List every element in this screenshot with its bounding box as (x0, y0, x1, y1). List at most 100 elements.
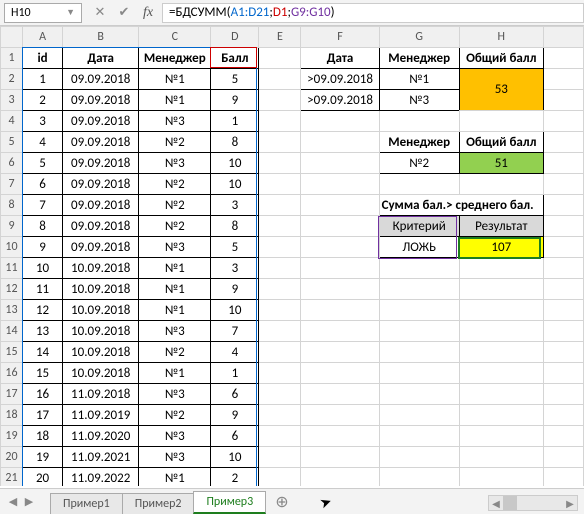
row-header[interactable]: 11 (1, 258, 23, 279)
row-header[interactable]: 16 (1, 363, 23, 384)
cell[interactable]: Дата (301, 48, 379, 69)
cell[interactable]: 2 (23, 90, 63, 111)
cell[interactable] (259, 90, 301, 111)
cell[interactable] (543, 363, 583, 384)
cell[interactable] (543, 237, 583, 258)
cell[interactable]: 6 (211, 384, 259, 405)
cell[interactable]: №3 (139, 447, 211, 468)
col-header-F[interactable]: F (301, 27, 379, 48)
cell[interactable]: 15 (23, 363, 63, 384)
cell[interactable]: №1 (139, 69, 211, 90)
row-header[interactable]: 8 (1, 195, 23, 216)
col-header-D[interactable]: D (211, 27, 259, 48)
col-header-A[interactable]: A (23, 27, 63, 48)
cell[interactable] (301, 447, 379, 468)
cell[interactable]: >09.09.2018 (301, 69, 379, 90)
cell[interactable] (543, 48, 583, 69)
sheet-tab[interactable]: Пример1 (50, 493, 123, 514)
cell[interactable]: >09.09.2018 (301, 90, 379, 111)
cell[interactable] (301, 132, 379, 153)
cell[interactable] (543, 174, 583, 195)
cell[interactable] (259, 342, 301, 363)
cell[interactable] (301, 258, 379, 279)
cell[interactable]: 09.09.2018 (63, 216, 139, 237)
cell[interactable] (459, 111, 543, 132)
row-header[interactable]: 1 (1, 48, 23, 69)
cell[interactable]: 09.09.2018 (63, 111, 139, 132)
tab-nav-prev-icon[interactable]: ◀ (6, 495, 20, 509)
cell[interactable]: 9 (211, 90, 259, 111)
cell[interactable]: №3 (139, 321, 211, 342)
cell[interactable]: 1 (211, 363, 259, 384)
cell[interactable] (543, 279, 583, 300)
cell[interactable]: 10.09.2018 (63, 258, 139, 279)
cell[interactable]: №2 (139, 342, 211, 363)
cell[interactable] (301, 384, 379, 405)
cell[interactable] (543, 153, 583, 174)
cell[interactable]: 3 (211, 195, 259, 216)
row-header[interactable]: 9 (1, 216, 23, 237)
cell[interactable] (379, 279, 459, 300)
cell[interactable] (543, 69, 583, 90)
row-header[interactable]: 12 (1, 279, 23, 300)
cell[interactable] (259, 279, 301, 300)
cell[interactable]: №1 (139, 279, 211, 300)
cell[interactable]: 1 (211, 111, 259, 132)
cell[interactable] (379, 258, 459, 279)
row-header[interactable]: 6 (1, 153, 23, 174)
cell[interactable] (543, 468, 583, 487)
cell[interactable]: 10 (23, 258, 63, 279)
cell[interactable] (301, 174, 379, 195)
cell[interactable] (259, 111, 301, 132)
cell[interactable]: 9 (211, 405, 259, 426)
cell[interactable]: 17 (23, 405, 63, 426)
cell[interactable] (543, 447, 583, 468)
cell[interactable] (459, 321, 543, 342)
cell[interactable]: 9 (23, 237, 63, 258)
sheet-tab[interactable]: Пример2 (122, 493, 195, 514)
cell[interactable] (459, 258, 543, 279)
row-header[interactable]: 7 (1, 174, 23, 195)
cell[interactable]: 3 (23, 111, 63, 132)
cell[interactable]: 6 (23, 174, 63, 195)
cell[interactable] (259, 405, 301, 426)
cell[interactable] (379, 174, 459, 195)
spreadsheet-grid[interactable]: A B C D E F G H 1 id Дата Менеджер Балл … (0, 26, 584, 486)
cell[interactable] (379, 426, 459, 447)
cell[interactable] (301, 405, 379, 426)
tab-nav-next-icon[interactable]: ▶ (22, 495, 36, 509)
cell[interactable]: 10.09.2018 (63, 279, 139, 300)
cell[interactable]: 10.09.2018 (63, 342, 139, 363)
cell[interactable]: 6 (211, 426, 259, 447)
scroll-track[interactable] (503, 496, 563, 510)
cell[interactable] (543, 426, 583, 447)
cell[interactable] (259, 195, 301, 216)
cell[interactable]: 10.09.2018 (63, 363, 139, 384)
sheet-tab-active[interactable]: Пример3 (193, 491, 266, 514)
cell[interactable]: №1 (139, 363, 211, 384)
cell[interactable] (301, 195, 379, 216)
cell[interactable]: №2 (139, 132, 211, 153)
cell[interactable] (379, 321, 459, 342)
cell[interactable] (459, 279, 543, 300)
cell[interactable]: 13 (23, 321, 63, 342)
col-header-B[interactable]: B (63, 27, 139, 48)
cell[interactable]: 5 (211, 69, 259, 90)
cell[interactable] (259, 384, 301, 405)
cell[interactable]: Критерий (379, 216, 459, 237)
cell[interactable] (301, 468, 379, 487)
cell[interactable] (543, 90, 583, 111)
cell[interactable]: 09.09.2018 (63, 90, 139, 111)
cell[interactable]: 10 (211, 153, 259, 174)
cell[interactable]: №3 (379, 90, 459, 111)
cell[interactable]: 7 (211, 321, 259, 342)
cell[interactable] (259, 258, 301, 279)
select-all-corner[interactable] (1, 27, 23, 48)
cell[interactable] (459, 363, 543, 384)
cell[interactable]: 19 (23, 447, 63, 468)
cell[interactable]: №2 (139, 174, 211, 195)
cell[interactable]: 09.09.2018 (63, 195, 139, 216)
cell[interactable]: 12 (23, 300, 63, 321)
cell[interactable]: 5 (211, 237, 259, 258)
cell[interactable]: 09.09.2018 (63, 69, 139, 90)
